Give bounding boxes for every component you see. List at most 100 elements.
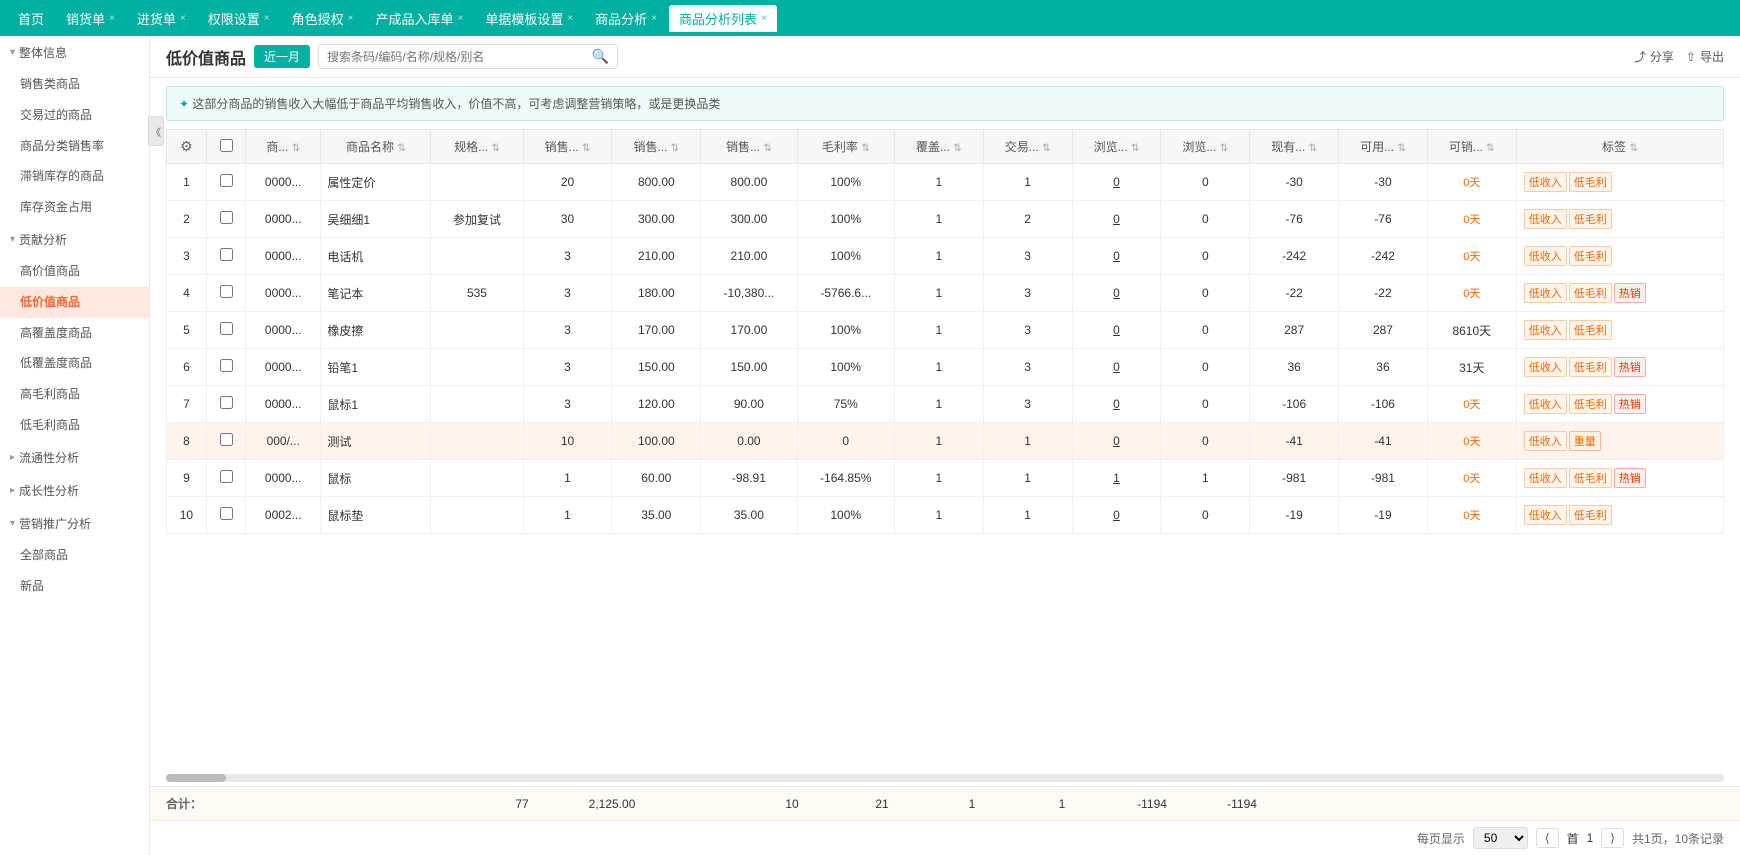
sidebar-group-contribution[interactable]: ▾ 贡献分析 xyxy=(0,223,149,256)
sidebar-item-category-rate[interactable]: 商品分类销售率 xyxy=(0,131,149,162)
row-checkbox[interactable] xyxy=(220,396,233,409)
browse-link[interactable]: 0 xyxy=(1113,508,1120,522)
cell-checkbox[interactable] xyxy=(206,312,245,349)
col-name[interactable]: 商品名称 ⇅ xyxy=(321,130,431,164)
cell-checkbox[interactable] xyxy=(206,164,245,201)
nav-roles[interactable]: 角色授权 × xyxy=(282,5,364,32)
nav-analysis-list-close[interactable]: × xyxy=(761,13,767,24)
nav-inventory-close[interactable]: × xyxy=(457,13,463,24)
page-size-select[interactable]: 50 100 200 xyxy=(1473,827,1528,849)
col-sales1[interactable]: 销售... ⇅ xyxy=(523,130,612,164)
row-checkbox[interactable] xyxy=(220,433,233,446)
horizontal-scrollbar[interactable] xyxy=(166,774,1724,782)
browse-link[interactable]: 0 xyxy=(1113,175,1120,189)
col-sales3[interactable]: 销售... ⇅ xyxy=(701,130,797,164)
sidebar-item-high-coverage[interactable]: 高覆盖度商品 xyxy=(0,318,149,349)
row-checkbox[interactable] xyxy=(220,211,233,224)
nav-analysis-close[interactable]: × xyxy=(651,13,657,24)
nav-roles-close[interactable]: × xyxy=(348,13,354,24)
col-sales2[interactable]: 销售... ⇅ xyxy=(612,130,701,164)
browse-link[interactable]: 0 xyxy=(1113,249,1120,263)
sidebar-group-marketing[interactable]: ▾ 营销推广分析 xyxy=(0,507,149,540)
col-browse2[interactable]: 浏览... ⇅ xyxy=(1161,130,1250,164)
cell-name: 鼠标1 xyxy=(321,386,431,423)
row-checkbox[interactable] xyxy=(220,174,233,187)
col-browse1[interactable]: 浏览... ⇅ xyxy=(1072,130,1161,164)
col-spec[interactable]: 规格... ⇅ xyxy=(431,130,523,164)
sidebar-group-overview[interactable]: ▾ 整体信息 xyxy=(0,36,149,69)
row-checkbox[interactable] xyxy=(220,470,233,483)
sidebar-item-high-value[interactable]: 高价值商品 xyxy=(0,256,149,287)
sidebar-item-high-margin[interactable]: 高毛利商品 xyxy=(0,379,149,410)
browse-link[interactable]: 0 xyxy=(1113,212,1120,226)
sidebar-item-capital[interactable]: 库存资金占用 xyxy=(0,192,149,223)
nav-template-close[interactable]: × xyxy=(567,13,573,24)
cell-checkbox[interactable] xyxy=(206,275,245,312)
sort-tags-icon: ⇅ xyxy=(1629,143,1637,154)
cell-checkbox[interactable] xyxy=(206,349,245,386)
browse-link[interactable]: 0 xyxy=(1113,323,1120,337)
cell-checkbox[interactable] xyxy=(206,460,245,497)
nav-analysis[interactable]: 商品分析 × xyxy=(585,5,667,32)
browse-link[interactable]: 0 xyxy=(1113,397,1120,411)
time-filter-button[interactable]: 近一月 xyxy=(254,45,310,68)
browse-link[interactable]: 0 xyxy=(1113,434,1120,448)
share-button[interactable]: ⤴ 分享 xyxy=(1634,48,1674,65)
scrollbar-thumb[interactable] xyxy=(166,774,226,782)
col-sellable[interactable]: 可销... ⇅ xyxy=(1427,130,1516,164)
col-margin[interactable]: 毛利率 ⇅ xyxy=(797,130,894,164)
cell-checkbox[interactable] xyxy=(206,423,245,460)
col-checkbox[interactable] xyxy=(206,130,245,164)
next-page-button[interactable]: ⟩ xyxy=(1601,828,1624,848)
col-current[interactable]: 现有... ⇅ xyxy=(1250,130,1339,164)
cell-margin: 100% xyxy=(797,201,894,238)
col-coverage[interactable]: 覆盖... ⇅ xyxy=(894,130,983,164)
row-checkbox[interactable] xyxy=(220,507,233,520)
nav-purchase[interactable]: 进货单 × xyxy=(127,5,196,32)
nav-permissions[interactable]: 权限设置 × xyxy=(198,5,280,32)
sidebar-item-traded-products[interactable]: 交易过的商品 xyxy=(0,100,149,131)
nav-home[interactable]: 首页 xyxy=(8,5,54,32)
select-all-checkbox[interactable] xyxy=(220,139,233,152)
nav-sales[interactable]: 销货单 × xyxy=(56,5,125,32)
sidebar-item-low-value[interactable]: 低价值商品 xyxy=(0,287,149,318)
sidebar-group-growth[interactable]: ▸ 成长性分析 xyxy=(0,474,149,507)
nav-purchase-close[interactable]: × xyxy=(180,13,186,24)
cell-sales1: 3 xyxy=(523,238,612,275)
sidebar-item-all-products[interactable]: 全部商品 xyxy=(0,540,149,571)
col-code[interactable]: 商... ⇅ xyxy=(246,130,321,164)
export-button[interactable]: ⇧ 导出 xyxy=(1686,48,1724,65)
browse-link[interactable]: 0 xyxy=(1113,286,1120,300)
nav-permissions-close[interactable]: × xyxy=(264,13,270,24)
sidebar-item-new-products[interactable]: 新品 xyxy=(0,571,149,602)
cell-checkbox[interactable] xyxy=(206,497,245,534)
sidebar-collapse-btn[interactable]: 《 xyxy=(148,116,164,146)
nav-analysis-list[interactable]: 商品分析列表 × xyxy=(669,5,777,32)
sidebar-item-low-coverage[interactable]: 低覆盖度商品 xyxy=(0,348,149,379)
sort-trade-icon: ⇅ xyxy=(1042,143,1050,154)
search-input[interactable] xyxy=(327,50,588,64)
cell-checkbox[interactable] xyxy=(206,238,245,275)
row-checkbox[interactable] xyxy=(220,248,233,261)
nav-inventory[interactable]: 产成品入库单 × xyxy=(365,5,473,32)
col-available[interactable]: 可用... ⇅ xyxy=(1339,130,1428,164)
sidebar-item-low-margin[interactable]: 低毛利商品 xyxy=(0,410,149,441)
row-checkbox[interactable] xyxy=(220,359,233,372)
first-page-button[interactable]: ⟨ xyxy=(1536,828,1559,848)
cell-checkbox[interactable] xyxy=(206,201,245,238)
sidebar-group-liquidity[interactable]: ▸ 流通性分析 xyxy=(0,441,149,474)
cell-checkbox[interactable] xyxy=(206,386,245,423)
nav-sales-close[interactable]: × xyxy=(109,13,115,24)
row-checkbox[interactable] xyxy=(220,322,233,335)
cell-browse1: 0 xyxy=(1072,201,1161,238)
sidebar-item-sales-products[interactable]: 销售类商品 xyxy=(0,69,149,100)
nav-template[interactable]: 单据模板设置 × xyxy=(475,5,583,32)
col-tags[interactable]: 标签 ⇅ xyxy=(1516,130,1723,164)
row-checkbox[interactable] xyxy=(220,285,233,298)
col-trade[interactable]: 交易... ⇅ xyxy=(983,130,1072,164)
browse-link[interactable]: 1 xyxy=(1113,471,1120,485)
col-settings[interactable]: ⚙ xyxy=(167,130,207,164)
settings-icon[interactable]: ⚙ xyxy=(180,138,193,154)
browse-link[interactable]: 0 xyxy=(1113,360,1120,374)
sidebar-item-slow-products[interactable]: 滞销库存的商品 xyxy=(0,161,149,192)
